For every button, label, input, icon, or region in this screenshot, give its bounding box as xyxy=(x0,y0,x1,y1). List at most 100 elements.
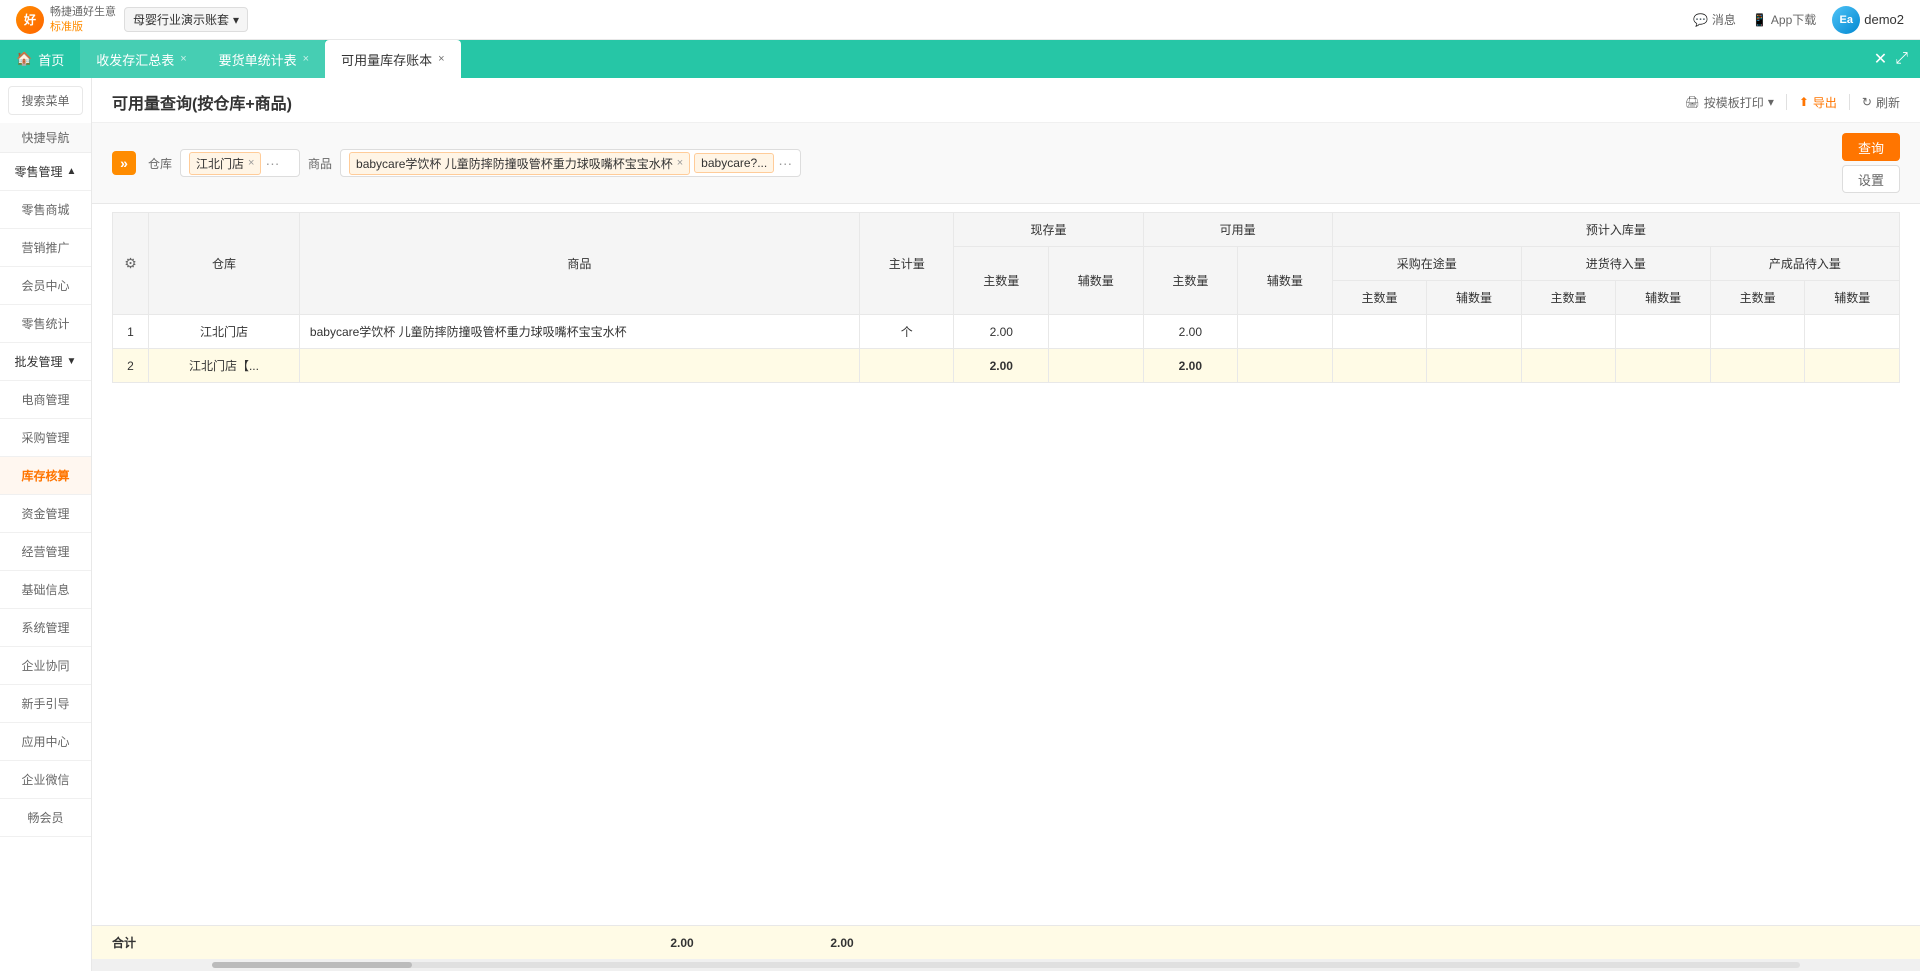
col-pendingprod-aux: 辅数量 xyxy=(1805,281,1900,315)
scrollbar-track xyxy=(212,962,1800,968)
cell-available-aux xyxy=(1238,349,1333,383)
col-current-main: 主数量 xyxy=(954,247,1049,315)
sidebar-item-finance[interactable]: 资金管理 xyxy=(0,495,91,533)
query-button[interactable]: 查询 xyxy=(1842,133,1900,161)
sidebar-item-marketing[interactable]: 营销推广 xyxy=(0,229,91,267)
export-icon: ⬆ xyxy=(1799,95,1809,109)
sidebar-item-operations[interactable]: 经营管理 xyxy=(0,533,91,571)
quick-nav-button[interactable]: 快捷导航 xyxy=(0,123,91,153)
cell-available-main: 2.00 xyxy=(1143,315,1238,349)
cell-mainunit: 个 xyxy=(859,315,954,349)
bottom-scrollbar xyxy=(92,959,1920,971)
refresh-button[interactable]: ↻ 刷新 xyxy=(1862,94,1900,111)
sidebar-item-enterprise-wechat[interactable]: 企业微信 xyxy=(0,761,91,799)
product-tag-2: babycare?... xyxy=(694,153,774,173)
scrollbar-thumb[interactable] xyxy=(212,962,412,968)
sidebar-item-member[interactable]: 会员中心 xyxy=(0,267,91,305)
message-action[interactable]: 💬 消息 xyxy=(1693,11,1736,28)
chevron-down-icon: ▾ xyxy=(1768,95,1774,109)
sidebar-search-area: 搜索菜单 xyxy=(0,78,91,123)
col-currentstock-header: 现存量 xyxy=(954,213,1143,247)
col-pendingreceipt-main: 主数量 xyxy=(1521,281,1616,315)
footer-available-main: 2.00 xyxy=(802,936,882,950)
divider xyxy=(1849,94,1850,110)
cell-current-aux xyxy=(1049,315,1144,349)
filter-bar: » 仓库 江北门店 × ··· 商品 babycare学饮杯 儿童防摔防撞吸管杯… xyxy=(92,123,1920,204)
sidebar-item-wholesale-mgmt[interactable]: 批发管理 ▼ xyxy=(0,343,91,381)
sidebar-item-system[interactable]: 系统管理 xyxy=(0,609,91,647)
expand-icon[interactable]: ⤢ xyxy=(1895,50,1908,68)
print-button[interactable]: 🖨 按模板打印 ▾ xyxy=(1685,94,1774,111)
col-pending-receipt-header: 进货待入量 xyxy=(1521,247,1710,281)
cell-purchase-aux xyxy=(1427,349,1522,383)
logo-text: 畅捷通好生意 标准版 xyxy=(50,5,116,34)
more-icon[interactable]: ··· xyxy=(265,155,279,171)
close-all-icon[interactable]: ✕ xyxy=(1874,49,1887,69)
warehouse-input[interactable]: 江北门店 × ··· xyxy=(180,149,300,177)
cell-purchase-main xyxy=(1332,349,1427,383)
cell-pendingprod-main xyxy=(1710,349,1805,383)
cell-available-aux xyxy=(1238,315,1333,349)
chevron-up-icon: ▲ xyxy=(67,166,77,177)
product-input[interactable]: babycare学饮杯 儿童防摔防撞吸管杯重力球吸嘴杯宝宝水杯 × babyca… xyxy=(340,149,801,177)
remove-warehouse-icon[interactable]: × xyxy=(248,157,254,169)
tab-home[interactable]: 🏠 首页 xyxy=(0,40,80,78)
table-footer: 合计 2.00 2.00 xyxy=(92,925,1920,959)
sidebar-item-retail-store[interactable]: 零售商城 xyxy=(0,191,91,229)
sidebar-item-app-center[interactable]: 应用中心 xyxy=(0,723,91,761)
table-row: 1 江北门店 babycare学饮杯 儿童防摔防撞吸管杯重力球吸嘴杯宝宝水杯 个… xyxy=(113,315,1900,349)
warehouse-tag: 江北门店 × xyxy=(189,152,261,175)
search-menu-button[interactable]: 搜索菜单 xyxy=(8,86,83,115)
cell-product: babycare学饮杯 儿童防摔防撞吸管杯重力球吸嘴杯宝宝水杯 xyxy=(299,315,859,349)
app-icon: 📱 xyxy=(1752,13,1767,27)
filter-expand-button[interactable]: » xyxy=(112,151,136,175)
col-available-aux: 辅数量 xyxy=(1238,247,1333,315)
cell-pendingprod-main xyxy=(1710,315,1805,349)
chevron-down-icon: ▾ xyxy=(233,13,239,27)
cell-pendingreceipt-main xyxy=(1521,349,1616,383)
sidebar-item-basic-info[interactable]: 基础信息 xyxy=(0,571,91,609)
avatar: Ea xyxy=(1832,6,1860,34)
close-icon[interactable]: × xyxy=(438,53,444,65)
col-mainunit-header: 主计量 xyxy=(859,213,954,315)
sidebar-item-ecommerce[interactable]: 电商管理 xyxy=(0,381,91,419)
col-purchase-transit-header: 采购在途量 xyxy=(1332,247,1521,281)
logo-icon: 好 xyxy=(16,6,44,34)
cell-current-main: 2.00 xyxy=(954,315,1049,349)
sidebar-item-retail-stats[interactable]: 零售统计 xyxy=(0,305,91,343)
tab-order[interactable]: 要货单统计表 × xyxy=(203,40,325,78)
warehouse-label: 仓库 xyxy=(148,155,172,172)
sidebar-item-enterprise-collab[interactable]: 企业协同 xyxy=(0,647,91,685)
tab-inventory[interactable]: 可用量库存账本 × xyxy=(325,40,460,78)
cell-mainunit xyxy=(859,349,954,383)
column-settings-icon[interactable]: ⚙ xyxy=(124,255,137,271)
col-available-header: 可用量 xyxy=(1143,213,1332,247)
table-row: 2 江北门店【... 2.00 2.00 xyxy=(113,349,1900,383)
settings-button[interactable]: 设置 xyxy=(1842,165,1900,193)
sidebar-item-purchase[interactable]: 采购管理 xyxy=(0,419,91,457)
sidebar-item-new-guide[interactable]: 新手引导 xyxy=(0,685,91,723)
col-current-aux: 辅数量 xyxy=(1049,247,1144,315)
cell-pendingreceipt-aux xyxy=(1616,349,1711,383)
print-icon: 🖨 xyxy=(1685,95,1700,109)
main-layout: 搜索菜单 快捷导航 零售管理 ▲ 零售商城 营销推广 会员中心 零售统计 批发管… xyxy=(0,78,1920,971)
tab-bar-end: ✕ ⤢ xyxy=(1874,49,1920,69)
sidebar-item-retail-mgmt[interactable]: 零售管理 ▲ xyxy=(0,153,91,191)
top-bar-right: 💬 消息 📱 App下载 Ea demo2 xyxy=(1693,6,1904,34)
export-button[interactable]: ⬆ 导出 xyxy=(1799,94,1837,111)
col-available-main: 主数量 xyxy=(1143,247,1238,315)
table-container: ⚙ 仓库 商品 主计量 现存量 可用量 预计入库量 主数量 辅数量 主数量 辅数… xyxy=(92,204,1920,925)
sidebar-item-member2[interactable]: 畅会员 xyxy=(0,799,91,837)
close-icon[interactable]: × xyxy=(180,53,186,65)
app-download-action[interactable]: 📱 App下载 xyxy=(1752,11,1816,28)
more-icon[interactable]: ··· xyxy=(778,155,792,171)
tenant-selector[interactable]: 母婴行业演示账套 ▾ xyxy=(124,7,248,32)
sidebar-item-inventory-check[interactable]: 库存核算 xyxy=(0,457,91,495)
logo-area: 好 畅捷通好生意 标准版 xyxy=(16,5,116,34)
user-area[interactable]: Ea demo2 xyxy=(1832,6,1904,34)
tab-receive[interactable]: 收发存汇总表 × xyxy=(80,40,202,78)
remove-product1-icon[interactable]: × xyxy=(677,157,683,169)
cell-rownum: 2 xyxy=(113,349,149,383)
close-icon[interactable]: × xyxy=(303,53,309,65)
cell-rownum: 1 xyxy=(113,315,149,349)
